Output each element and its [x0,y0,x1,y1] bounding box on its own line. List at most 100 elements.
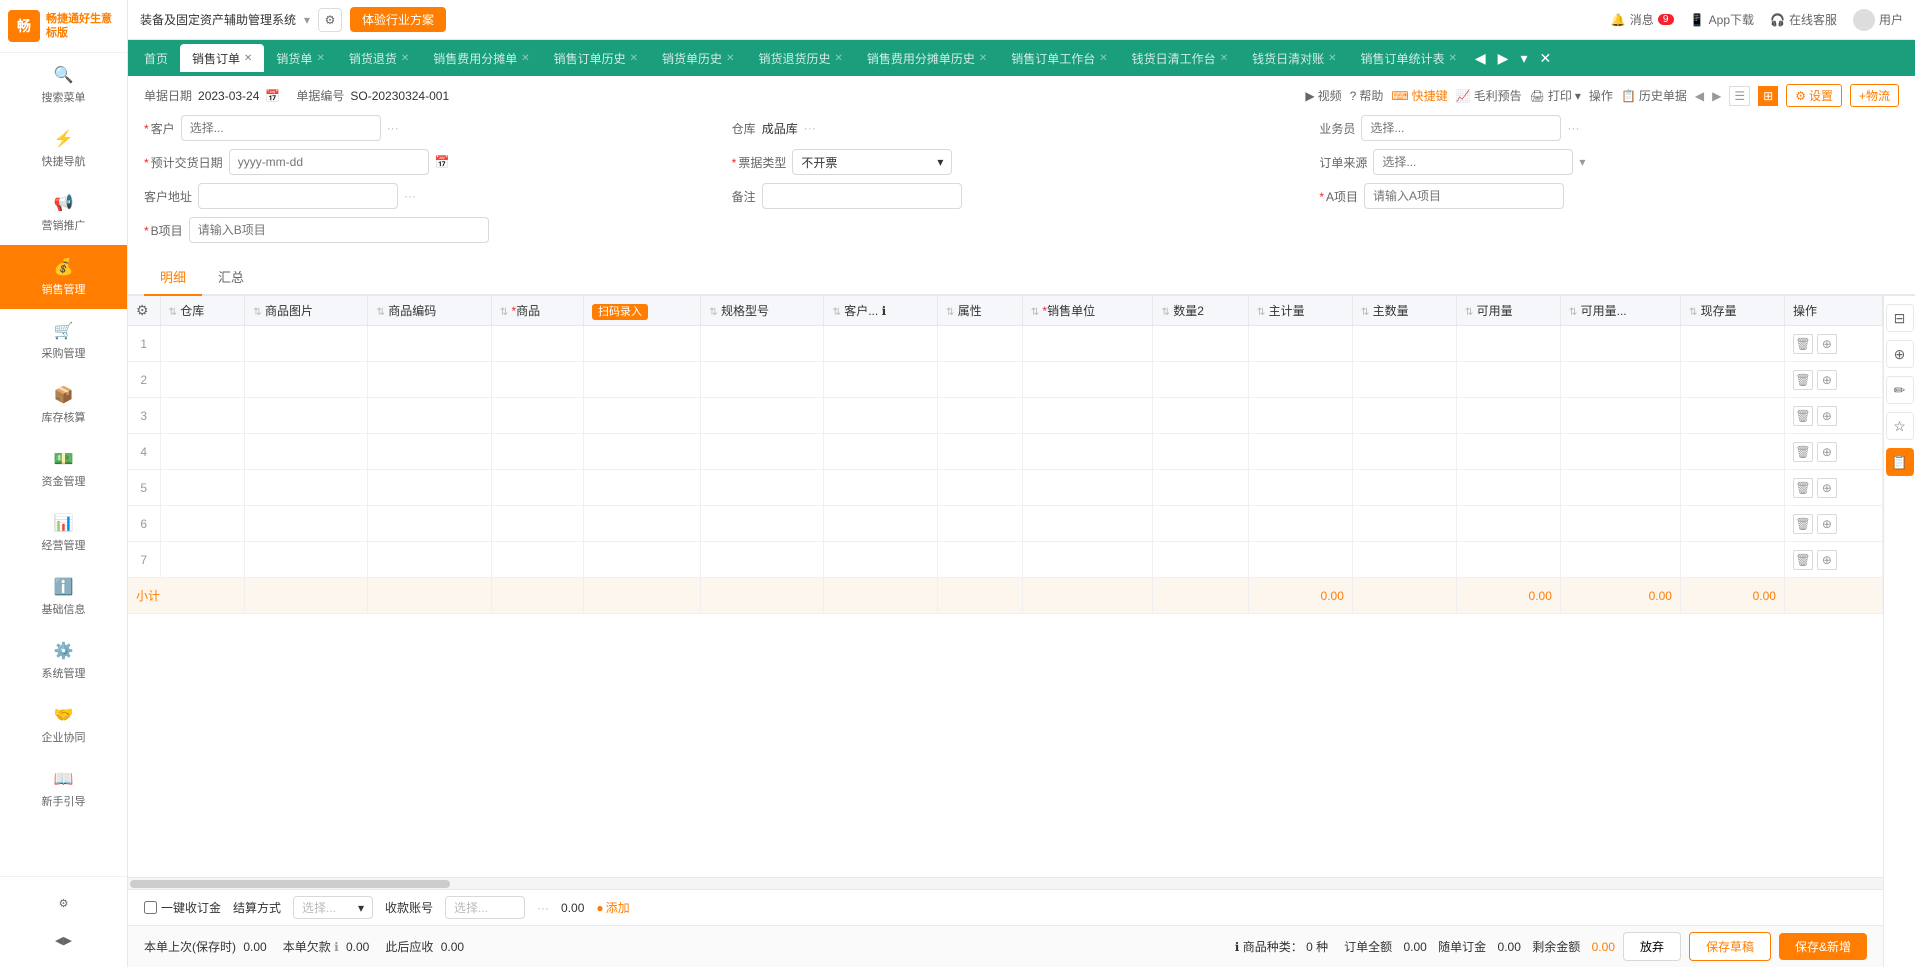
tab-daily-clear[interactable]: 钱货日清工作台 ✕ [1120,44,1240,72]
tab-prev-btn[interactable]: ◀ [1469,50,1492,67]
row-scan[interactable] [583,470,700,506]
row-image[interactable] [245,434,368,470]
row-qty2[interactable] [1153,542,1248,578]
row-scan[interactable] [583,362,700,398]
row-code[interactable] [368,506,491,542]
row-main-qty[interactable] [1352,470,1456,506]
row-attr[interactable] [937,398,1022,434]
row-copy-btn[interactable]: ⊕ [1817,334,1837,354]
row-attr[interactable] [937,434,1022,470]
row-available2[interactable] [1560,470,1680,506]
row-image[interactable] [245,470,368,506]
row-copy-btn[interactable]: ⊕ [1817,550,1837,570]
row-main-qty[interactable] [1352,326,1456,362]
print-btn[interactable]: 🖨 打印 ▾ [1530,87,1581,104]
row-customer-code[interactable] [824,470,937,506]
tab-close-sales-order[interactable]: ✕ [244,53,252,64]
row-image[interactable] [245,362,368,398]
online-service-btn[interactable]: 🎧 在线客服 [1770,11,1837,28]
row-qty2[interactable] [1153,506,1248,542]
row-main-qty[interactable] [1352,398,1456,434]
tab-close-order-history[interactable]: ✕ [630,53,638,64]
right-icon-2[interactable]: ⊕ [1886,340,1914,368]
sidebar-item-purchase[interactable]: 🛒 采购管理 [0,309,127,373]
tab-detail[interactable]: 明细 [144,259,202,296]
customer-code-info[interactable]: ℹ [882,304,887,318]
row-stock[interactable] [1680,326,1784,362]
col-gear[interactable]: ⚙ [128,296,160,326]
row-code[interactable] [368,398,491,434]
row-spec[interactable] [701,362,824,398]
row-qty2[interactable] [1153,326,1248,362]
row-customer-code[interactable] [824,542,937,578]
row-qty2[interactable] [1153,398,1248,434]
sidebar-item-enterprise[interactable]: 🤝 企业协同 [0,693,127,757]
tab-home[interactable]: 首页 [132,44,180,72]
row-available2[interactable] [1560,434,1680,470]
row-ops[interactable]: 🗑 ⊕ [1784,326,1882,362]
row-main-unit[interactable] [1248,398,1352,434]
scan-button[interactable]: 扫码录入 [592,304,648,320]
right-icon-4[interactable]: ☆ [1886,412,1914,440]
sidebar-item-guide[interactable]: 📖 新手引导 [0,757,127,821]
row-main-qty[interactable] [1352,434,1456,470]
row-unit[interactable] [1022,506,1153,542]
sidebar-item-management[interactable]: 📊 经营管理 [0,501,127,565]
row-available2[interactable] [1560,542,1680,578]
tab-close-reconcile[interactable]: ✕ [1328,53,1336,64]
history-nav-next[interactable]: ▶ [1712,89,1721,103]
row-main-qty[interactable] [1352,362,1456,398]
row-ops[interactable]: 🗑 ⊕ [1784,470,1882,506]
order-source-input[interactable] [1373,149,1573,175]
row-available2[interactable] [1560,398,1680,434]
right-icon-5[interactable]: 📋 [1886,448,1914,476]
sidebar-item-base-info[interactable]: ℹ️ 基础信息 [0,565,127,629]
dropdown-arrow[interactable]: ▾ [304,13,310,27]
delivery-date-input[interactable] [229,149,429,175]
row-available[interactable] [1456,326,1560,362]
row-scan[interactable] [583,326,700,362]
sidebar-item-finance[interactable]: 💵 资金管理 [0,437,127,501]
row-delete-btn[interactable]: 🗑 [1793,478,1813,498]
row-main-qty[interactable] [1352,506,1456,542]
tab-bill-history[interactable]: 销货单历史 ✕ [650,44,746,72]
row-main-unit[interactable] [1248,434,1352,470]
tab-close-bill-history[interactable]: ✕ [726,53,734,64]
row-product[interactable] [491,470,583,506]
row-unit[interactable] [1022,362,1153,398]
settlement-select[interactable]: 选择... ▾ [293,896,373,919]
row-scan[interactable] [583,542,700,578]
row-warehouse[interactable] [160,362,245,398]
row-available[interactable] [1456,398,1560,434]
row-scan[interactable] [583,506,700,542]
invoice-select[interactable]: 不开票 ▾ [792,149,952,175]
row-spec[interactable] [701,398,824,434]
row-warehouse[interactable] [160,434,245,470]
tab-close-return[interactable]: ✕ [401,53,409,64]
salesman-input[interactable] [1361,115,1561,141]
app-download-btn[interactable]: 📱 App下载 [1690,11,1754,28]
tab-close-stats[interactable]: ✕ [1449,53,1457,64]
customer-input[interactable] [181,115,381,141]
row-unit[interactable] [1022,326,1153,362]
row-spec[interactable] [701,434,824,470]
row-code[interactable] [368,434,491,470]
tab-close-workbench[interactable]: ✕ [1099,53,1107,64]
row-delete-btn[interactable]: 🗑 [1793,514,1813,534]
row-stock[interactable] [1680,542,1784,578]
operation-btn[interactable]: 操作 [1589,87,1613,104]
row-product[interactable] [491,506,583,542]
row-qty2[interactable] [1153,434,1248,470]
row-delete-btn[interactable]: 🗑 [1793,334,1813,354]
row-unit[interactable] [1022,470,1153,506]
sidebar-item-marketing[interactable]: 📢 营销推广 [0,181,127,245]
row-copy-btn[interactable]: ⊕ [1817,514,1837,534]
scrollbar-thumb[interactable] [130,880,450,888]
calendar-icon[interactable]: 📅 [265,89,280,103]
row-unit[interactable] [1022,434,1153,470]
row-customer-code[interactable] [824,506,937,542]
row-product[interactable] [491,326,583,362]
save-new-button[interactable]: 保存&新增 [1779,933,1867,960]
tab-expense-history[interactable]: 销售费用分摊单历史 ✕ [855,44,999,72]
row-available[interactable] [1456,434,1560,470]
